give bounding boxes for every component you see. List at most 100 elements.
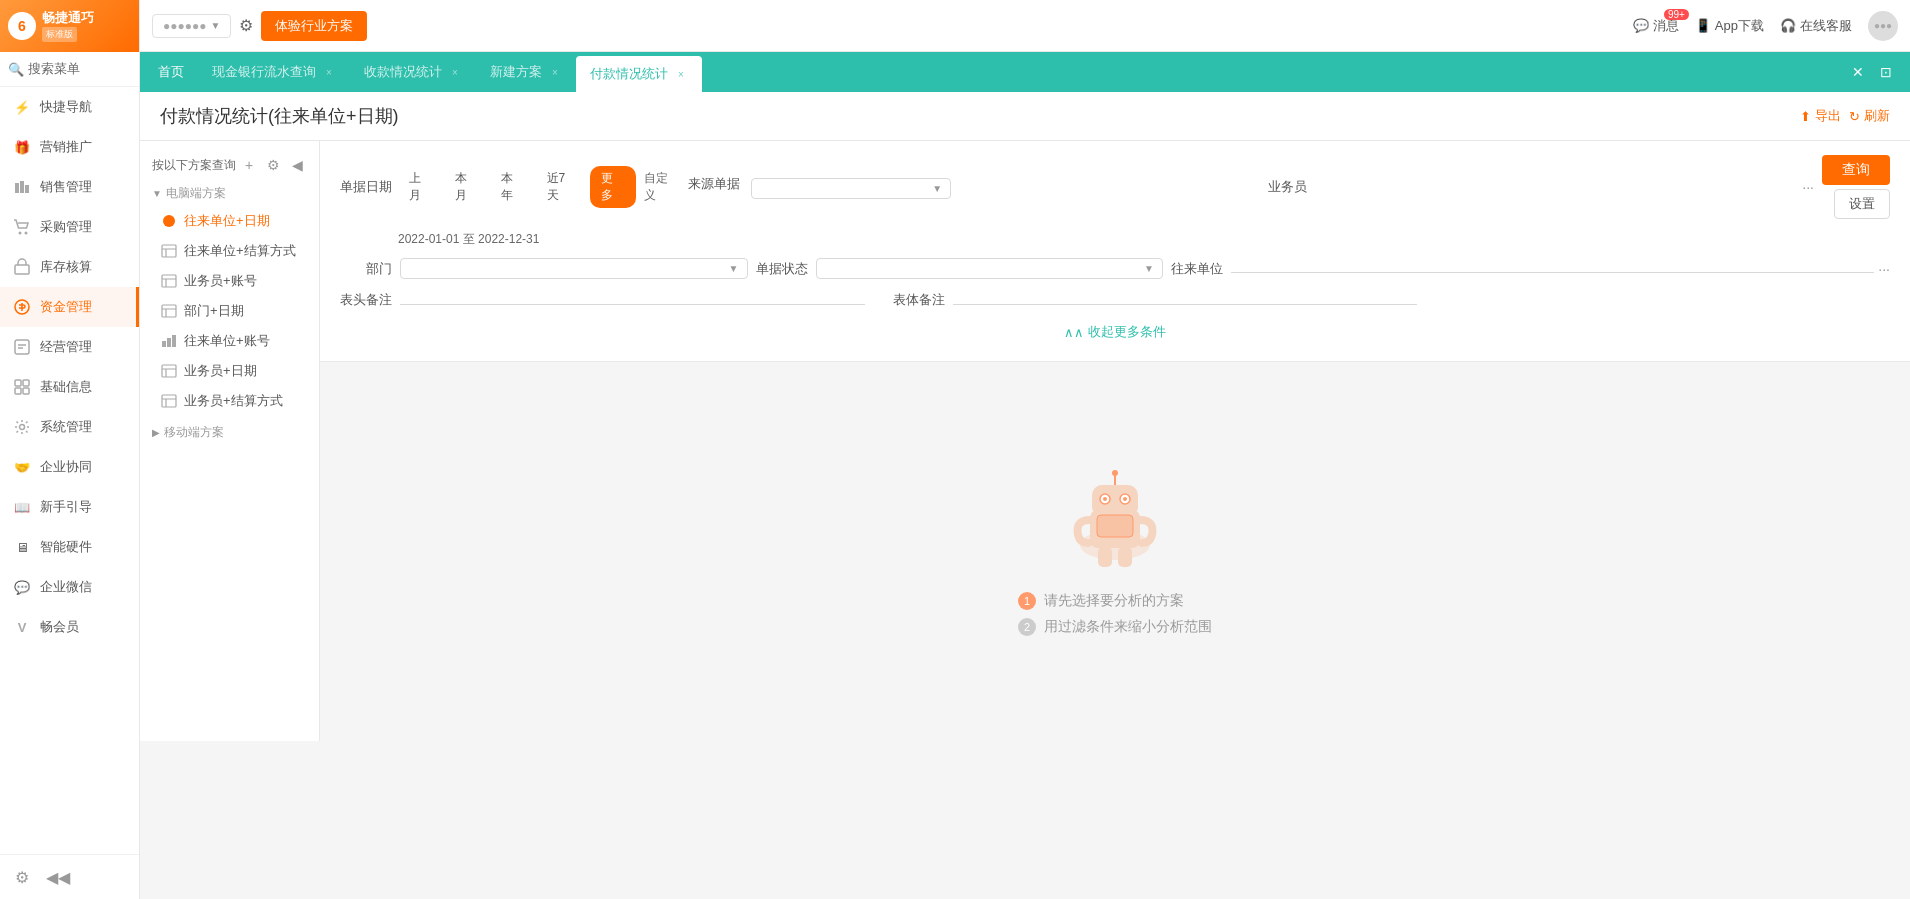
svg-rect-7 [15, 340, 29, 354]
sidebar-item-marketing[interactable]: 🎁 营销推广 [0, 127, 139, 167]
query-button[interactable]: 查询 [1822, 155, 1890, 185]
page-content: 付款情况统计(往来单位+日期) ⬆ 导出 ↻ 刷新 按以下方案查询 + [140, 92, 1910, 899]
app-download-btn[interactable]: 📱 App下载 [1695, 17, 1764, 35]
sidebar-item-enterprise[interactable]: 🤝 企业协同 [0, 447, 139, 487]
mobile-section[interactable]: ▶ 移动端方案 [140, 420, 319, 445]
tab-close-icon[interactable]: × [674, 67, 688, 81]
plan-table-icon [160, 362, 178, 380]
nav-item-label: 经营管理 [40, 338, 92, 356]
messages-btn[interactable]: 💬 消息 99+ [1633, 17, 1679, 35]
plan-item-dept-date[interactable]: 部门+日期 [140, 296, 319, 326]
sales-icon [12, 177, 32, 197]
sidebar-item-hardware[interactable]: 🖥 智能硬件 [0, 527, 139, 567]
workspace-selector[interactable]: ●●●●●● ▼ [152, 14, 231, 38]
section-label: 电脑端方案 [166, 185, 226, 202]
headset-icon: 🎧 [1780, 18, 1796, 33]
filter-row-2: 部门 ▼ 单据状态 ▼ 往来单位 ·· [340, 258, 1890, 279]
sidebar-item-quick-nav[interactable]: ⚡ 快捷导航 [0, 87, 139, 127]
svg-point-27 [1103, 497, 1107, 501]
plan-settings-icon[interactable]: ⚙ [263, 155, 283, 175]
tab-close-icon[interactable]: × [448, 65, 462, 79]
filter-area: 单据日期 上月 本月 本年 近7天 更多 自定义 来源单据 [320, 141, 1910, 362]
workspace-name: ●●●●●● [163, 19, 207, 33]
tab-receipt-stats[interactable]: 收款情况统计 × [350, 52, 476, 92]
svg-rect-1 [20, 181, 24, 193]
tab-close-icon[interactable]: × [548, 65, 562, 79]
sidebar-item-finance[interactable]: 资金管理 [0, 287, 139, 327]
last-month-btn[interactable]: 上月 [400, 166, 442, 208]
vip-icon: V [12, 617, 32, 637]
message-icon: 💬 [1633, 18, 1649, 33]
body-note-input[interactable] [953, 296, 1418, 305]
header-note-input[interactable] [400, 296, 865, 305]
counterpart-input[interactable] [1231, 264, 1874, 273]
topbar-settings-icon[interactable]: ⚙ [239, 16, 253, 35]
svg-rect-32 [1118, 547, 1132, 567]
sidebar-search[interactable]: 🔍 搜索菜单 [0, 52, 139, 87]
quick-nav-icon: ⚡ [12, 97, 32, 117]
tab-home[interactable]: 首页 [144, 52, 198, 92]
plan-item-salesperson-account[interactable]: 业务员+账号 [140, 266, 319, 296]
nav-item-label: 智能硬件 [40, 538, 92, 556]
sidebar-item-basic[interactable]: 基础信息 [0, 367, 139, 407]
dept-select[interactable]: ▼ [400, 258, 748, 279]
left-panel-actions: + ⚙ ◀ [239, 155, 307, 175]
message-badge: 99+ [1664, 9, 1689, 20]
settings-button[interactable]: 设置 [1834, 189, 1890, 219]
plan-item-salesperson-settle[interactable]: 业务员+结算方式 [140, 386, 319, 416]
empty-state: 1 请先选择要分析的方案 2 用过滤条件来缩小分析范围 [1018, 460, 1212, 644]
topbar-right: 💬 消息 99+ 📱 App下载 🎧 在线客服 ●●● [1633, 11, 1898, 41]
tab-bank-flow[interactable]: 现金银行流水查询 × [198, 52, 350, 92]
svg-rect-10 [15, 388, 21, 394]
sidebar-item-operation[interactable]: 经营管理 [0, 327, 139, 367]
sidebar-item-inventory[interactable]: 库存核算 [0, 247, 139, 287]
sidebar-item-wechat[interactable]: 💬 企业微信 [0, 567, 139, 607]
plan-item-counterpart-date[interactable]: 往来单位+日期 [140, 206, 319, 236]
svg-point-13 [163, 215, 175, 227]
plan-item-counterpart-account[interactable]: 往来单位+账号 [140, 326, 319, 356]
refresh-button[interactable]: ↻ 刷新 [1849, 107, 1890, 125]
tip-text-1: 请先选择要分析的方案 [1044, 592, 1184, 610]
tip-item-1: 1 请先选择要分析的方案 [1018, 592, 1212, 610]
maximize-btn[interactable]: ⊡ [1874, 60, 1898, 84]
tab-close-icon[interactable]: × [322, 65, 336, 79]
trial-button[interactable]: 体验行业方案 [261, 11, 367, 41]
current-year-btn[interactable]: 本年 [492, 166, 534, 208]
marketing-icon: 🎁 [12, 137, 32, 157]
user-avatar[interactable]: ●●● [1868, 11, 1898, 41]
plan-table-icon [160, 242, 178, 260]
online-service-btn[interactable]: 🎧 在线客服 [1780, 17, 1852, 35]
salesperson-more-btn[interactable]: ··· [1802, 179, 1814, 195]
close-window-btn[interactable]: ✕ [1846, 60, 1870, 84]
order-status-select[interactable]: ▼ [816, 258, 1164, 279]
nav-item-label: 企业微信 [40, 578, 92, 596]
filter-row-3: 表头备注 表体备注 [340, 291, 1890, 309]
tab-new-plan[interactable]: 新建方案 × [476, 52, 576, 92]
current-month-btn[interactable]: 本月 [446, 166, 488, 208]
sidebar-item-system[interactable]: 系统管理 [0, 407, 139, 447]
finance-icon [12, 297, 32, 317]
export-button[interactable]: ⬆ 导出 [1800, 107, 1841, 125]
plan-chart-icon [160, 332, 178, 350]
plan-item-counterpart-settle[interactable]: 往来单位+结算方式 [140, 236, 319, 266]
sidebar-item-guide[interactable]: 📖 新手引导 [0, 487, 139, 527]
sidebar-item-sales[interactable]: 销售管理 [0, 167, 139, 207]
sidebar-item-vip[interactable]: V 畅会员 [0, 607, 139, 647]
plan-item-salesperson-date[interactable]: 业务员+日期 [140, 356, 319, 386]
footer-collapse-icon[interactable]: ◀◀ [44, 863, 72, 891]
counterpart-more-btn[interactable]: ··· [1878, 261, 1890, 277]
pc-section-title[interactable]: ▼ 电脑端方案 [140, 181, 319, 206]
tab-payment-stats[interactable]: 付款情况统计 × [576, 56, 702, 92]
svg-rect-14 [162, 245, 176, 257]
source-doc-select[interactable]: ▼ [751, 176, 951, 191]
plan-table-icon [160, 272, 178, 290]
svg-point-3 [19, 232, 22, 235]
more-date-btn[interactable]: 更多 [590, 166, 636, 208]
panel-collapse-icon[interactable]: ◀ [287, 155, 307, 175]
last-7days-btn[interactable]: 近7天 [538, 166, 586, 208]
sidebar-item-purchase[interactable]: 采购管理 [0, 207, 139, 247]
footer-settings-icon[interactable]: ⚙ [8, 863, 36, 891]
sidebar-brand: 畅捷通巧 标准版 [42, 10, 94, 43]
collapse-more-btn[interactable]: ∧∧ 收起更多条件 [340, 317, 1890, 347]
add-plan-btn[interactable]: + [239, 155, 259, 175]
